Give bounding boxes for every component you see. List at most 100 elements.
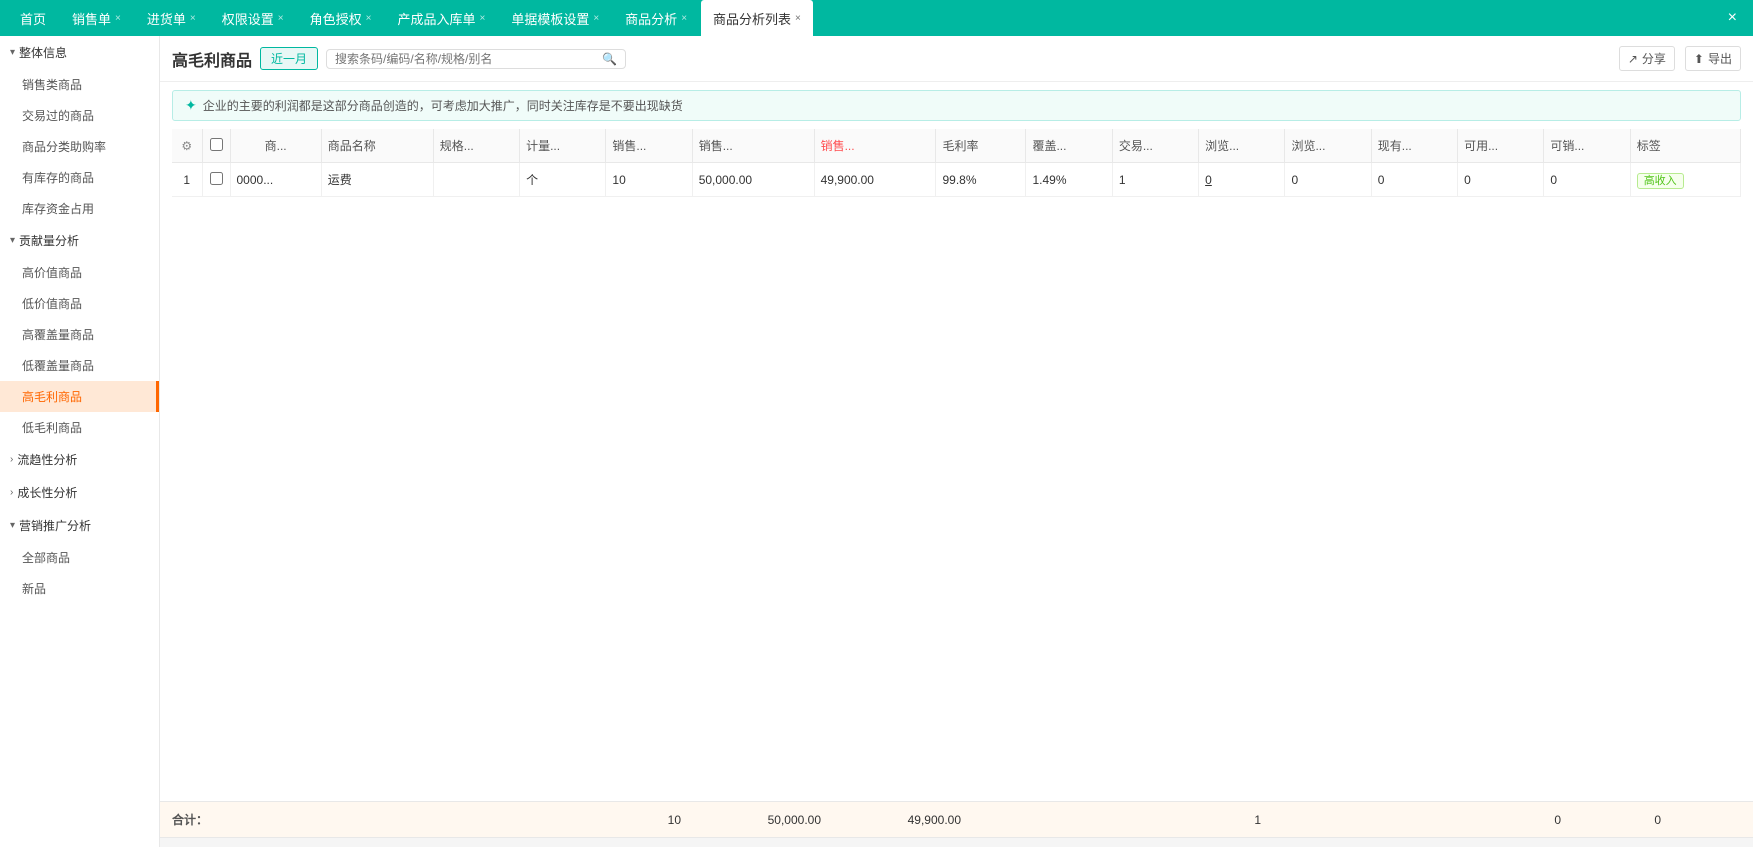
nav-purchase[interactable]: 进货单 × (135, 0, 208, 36)
footer-transaction: 1 (1181, 813, 1261, 827)
col-spec[interactable]: 规格... (433, 129, 519, 163)
settings-icon[interactable]: ⚙ (181, 139, 192, 153)
data-table: ⚙ 商... 商品名称 规格... 计量... 销售... 销售... 销售..… (172, 129, 1741, 197)
sidebar-item-traded-goods[interactable]: 交易过的商品 (0, 100, 159, 131)
footer-sales-count: 10 (561, 813, 681, 827)
sidebar-item-high-coverage[interactable]: 高覆盖量商品 (0, 319, 159, 350)
nav-analysis-close[interactable]: × (681, 13, 687, 24)
sidebar-item-in-stock[interactable]: 有库存的商品 (0, 162, 159, 193)
nav-product-analysis-list[interactable]: 商品分析列表 × (701, 0, 813, 36)
nav-permissions-close[interactable]: × (278, 13, 284, 24)
cell-code: 0000... (230, 163, 321, 197)
cell-index: 1 (172, 163, 202, 197)
close-all-button[interactable]: × (1720, 9, 1745, 27)
nav-purchase-close[interactable]: × (190, 13, 196, 24)
col-saleable[interactable]: 可销... (1544, 129, 1630, 163)
sidebar-item-new-goods[interactable]: 新品 (0, 573, 159, 604)
cell-gross-margin: 99.8% (936, 163, 1026, 197)
sidebar-item-all-goods[interactable]: 全部商品 (0, 542, 159, 573)
select-all-checkbox[interactable] (210, 138, 223, 151)
content-area: 高毛利商品 近一月 🔍 ↗ 分享 ⬆ 导出 ✦ 企业的主要的利润都是这部分商品创… (160, 36, 1753, 847)
sidebar-item-high-value[interactable]: 高价值商品 (0, 257, 159, 288)
arrow-icon-4: › (10, 487, 13, 498)
col-code[interactable]: 商... (230, 129, 321, 163)
cell-available: 0 (1458, 163, 1544, 197)
search-input[interactable] (335, 52, 598, 66)
col-name[interactable]: 商品名称 (321, 129, 433, 163)
footer-current: 0 (1481, 813, 1561, 827)
row-checkbox[interactable] (210, 172, 223, 185)
date-filter-button[interactable]: 近一月 (260, 47, 318, 70)
sidebar-section-overall[interactable]: ▾ 整体信息 (0, 36, 159, 69)
col-browse1[interactable]: 浏览... (1199, 129, 1285, 163)
col-coverage[interactable]: 覆盖... (1026, 129, 1112, 163)
share-button[interactable]: ↗ 分享 (1619, 46, 1675, 71)
export-button[interactable]: ⬆ 导出 (1685, 46, 1741, 71)
cell-current: 0 (1371, 163, 1457, 197)
footer-sales-cost: 49,900.00 (841, 813, 961, 827)
sidebar-section-growth[interactable]: › 成长性分析 (0, 476, 159, 509)
sidebar-item-low-coverage[interactable]: 低覆盖量商品 (0, 350, 159, 381)
col-transaction[interactable]: 交易... (1112, 129, 1198, 163)
nav-role-auth[interactable]: 角色授权 × (298, 0, 384, 36)
nav-sales-close[interactable]: × (115, 13, 121, 24)
col-browse2[interactable]: 浏览... (1285, 129, 1371, 163)
col-current[interactable]: 现有... (1371, 129, 1457, 163)
top-navigation: 首页 销售单 × 进货单 × 权限设置 × 角色授权 × 产成品入库单 × 单据… (0, 0, 1753, 36)
page-title: 高毛利商品 (172, 47, 252, 71)
col-gross-margin[interactable]: 毛利率 (936, 129, 1026, 163)
nav-template-settings[interactable]: 单据模板设置 × (499, 0, 611, 36)
sidebar: ▾ 整体信息 销售类商品 交易过的商品 商品分类助购率 有库存的商品 库存资金占… (0, 36, 160, 847)
sidebar-section-contribution[interactable]: ▾ 贡献量分析 (0, 224, 159, 257)
cell-browse2: 0 (1285, 163, 1371, 197)
share-icon: ↗ (1628, 52, 1638, 66)
nav-product-inbound[interactable]: 产成品入库单 × (385, 0, 497, 36)
content-header: 高毛利商品 近一月 🔍 ↗ 分享 ⬆ 导出 (160, 36, 1753, 82)
col-checkbox[interactable] (202, 129, 230, 163)
sidebar-item-stock-fund[interactable]: 库存资金占用 (0, 193, 159, 224)
nav-template-close[interactable]: × (593, 13, 599, 24)
sidebar-item-sales-goods[interactable]: 销售类商品 (0, 69, 159, 100)
browse1-link[interactable]: 0 (1205, 173, 1212, 187)
table-container[interactable]: ⚙ 商... 商品名称 规格... 计量... 销售... 销售... 销售..… (160, 129, 1753, 801)
footer-available: 0 (1581, 813, 1661, 827)
cell-saleable: 0 (1544, 163, 1630, 197)
nav-product-analysis[interactable]: 商品分析 × (613, 0, 699, 36)
export-icon: ⬆ (1694, 52, 1704, 66)
col-sales-count[interactable]: 销售... (606, 129, 692, 163)
sidebar-item-low-value[interactable]: 低价值商品 (0, 288, 159, 319)
nav-analysis-list-close[interactable]: × (795, 13, 801, 24)
info-icon: ✦ (185, 97, 197, 114)
cell-tag: 高收入 (1630, 163, 1740, 197)
search-box[interactable]: 🔍 (326, 49, 626, 69)
footer-label: 合计： (172, 811, 208, 828)
main-layout: ▾ 整体信息 销售类商品 交易过的商品 商品分类助购率 有库存的商品 库存资金占… (0, 36, 1753, 847)
sidebar-section-trend[interactable]: › 流趋性分析 (0, 443, 159, 476)
bottom-scrollbar[interactable] (160, 837, 1753, 847)
cell-name: 运费 (321, 163, 433, 197)
cell-sales-amount: 50,000.00 (692, 163, 814, 197)
col-tag[interactable]: 标签 (1630, 129, 1740, 163)
col-settings[interactable]: ⚙ (172, 129, 202, 163)
tag-badge: 高收入 (1637, 173, 1684, 189)
footer-total: 合计： 10 50,000.00 49,900.00 1 0 0 (160, 801, 1753, 837)
search-icon[interactable]: 🔍 (602, 52, 617, 66)
sidebar-item-category-assist[interactable]: 商品分类助购率 (0, 131, 159, 162)
cell-browse1[interactable]: 0 (1199, 163, 1285, 197)
col-available[interactable]: 可用... (1458, 129, 1544, 163)
nav-home[interactable]: 首页 (8, 0, 58, 36)
col-sales-cost[interactable]: 销售... (814, 129, 936, 163)
nav-permissions[interactable]: 权限设置 × (210, 0, 296, 36)
arrow-icon-3: › (10, 454, 13, 465)
sidebar-section-marketing[interactable]: ▾ 营销推广分析 (0, 509, 159, 542)
nav-role-close[interactable]: × (366, 13, 372, 24)
sidebar-item-low-margin[interactable]: 低毛利商品 (0, 412, 159, 443)
col-unit[interactable]: 计量... (520, 129, 606, 163)
nav-sales[interactable]: 销售单 × (60, 0, 133, 36)
col-sales-amount[interactable]: 销售... (692, 129, 814, 163)
cell-checkbox[interactable] (202, 163, 230, 197)
cell-sales-count: 10 (606, 163, 692, 197)
sidebar-item-high-margin[interactable]: 高毛利商品 (0, 381, 159, 412)
nav-product-close[interactable]: × (479, 13, 485, 24)
arrow-icon: ▾ (10, 47, 15, 58)
